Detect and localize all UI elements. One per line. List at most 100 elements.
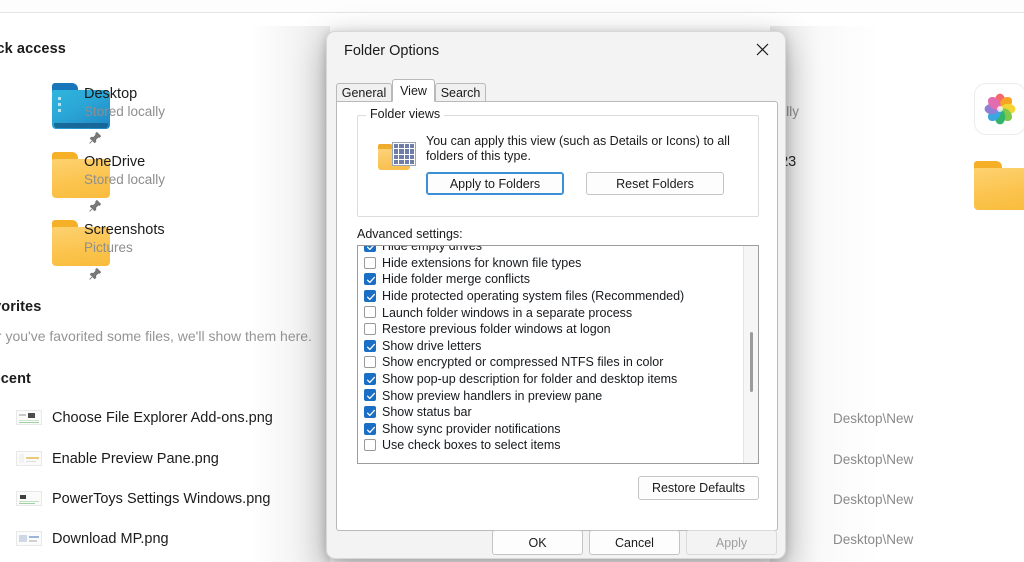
folder-view-icon bbox=[378, 140, 416, 171]
cancel-label: Cancel bbox=[615, 536, 654, 550]
dialog-tabs: General View Search bbox=[336, 79, 778, 102]
advanced-setting-row[interactable]: Show preview handlers in preview pane bbox=[358, 387, 743, 404]
quick-access-item-meta: Stored locally bbox=[84, 104, 165, 119]
photos-app-icon[interactable] bbox=[974, 83, 1024, 135]
recent-item-name: Download MP.png bbox=[52, 531, 169, 547]
apply-button[interactable]: Apply bbox=[686, 530, 777, 555]
file-thumbnail-icon bbox=[16, 410, 42, 425]
restore-defaults-label: Restore Defaults bbox=[652, 481, 745, 495]
checkbox-checked-icon[interactable] bbox=[364, 340, 376, 352]
ok-button[interactable]: OK bbox=[492, 530, 583, 555]
modal-shadow-left-side bbox=[250, 26, 330, 562]
advanced-setting-row[interactable]: Show status bar bbox=[358, 404, 743, 421]
advanced-setting-label: Show status bar bbox=[382, 405, 472, 419]
apply-to-folders-button[interactable]: Apply to Folders bbox=[426, 172, 564, 195]
tab-label: General bbox=[342, 86, 386, 100]
advanced-setting-label: Show drive letters bbox=[382, 339, 481, 353]
quick-access-item-name: OneDrive bbox=[84, 154, 145, 170]
recent-item-location: Desktop\New bbox=[833, 452, 913, 467]
checkbox-unchecked-icon[interactable] bbox=[364, 356, 376, 368]
recent-item-name: Enable Preview Pane.png bbox=[52, 451, 219, 467]
checkbox-checked-icon[interactable] bbox=[364, 423, 376, 435]
advanced-setting-label: Restore previous folder windows at logon bbox=[382, 322, 611, 336]
quick-access-item-name: Desktop bbox=[84, 86, 137, 102]
quick-access-item-meta: Stored locally bbox=[84, 172, 165, 187]
close-icon[interactable] bbox=[741, 34, 783, 64]
recent-item-location: Desktop\New bbox=[833, 532, 913, 547]
quick-access-heading: Quick access bbox=[0, 41, 66, 57]
advanced-setting-label: Hide extensions for known file types bbox=[382, 256, 581, 270]
advanced-setting-row[interactable]: Hide empty drives bbox=[358, 245, 743, 255]
recent-heading: Recent bbox=[0, 371, 31, 387]
checkbox-checked-icon[interactable] bbox=[364, 290, 376, 302]
checkbox-checked-icon[interactable] bbox=[364, 389, 376, 401]
advanced-setting-label: Show encrypted or compressed NTFS files … bbox=[382, 355, 663, 369]
advanced-setting-label: Show sync provider notifications bbox=[382, 422, 561, 436]
folder-views-description: You can apply this view (such as Details… bbox=[426, 134, 748, 164]
checkbox-unchecked-icon[interactable] bbox=[364, 439, 376, 451]
recent-item-location: Desktop\New bbox=[833, 411, 913, 426]
advanced-setting-row[interactable]: Hide protected operating system files (R… bbox=[358, 288, 743, 305]
advanced-setting-row[interactable]: Use check boxes to select items bbox=[358, 437, 743, 454]
tab-general[interactable]: General bbox=[336, 83, 392, 102]
tab-view[interactable]: View bbox=[392, 79, 435, 102]
checkbox-checked-icon[interactable] bbox=[364, 373, 376, 385]
advanced-setting-label: Launch folder windows in a separate proc… bbox=[382, 306, 632, 320]
tab-label: Search bbox=[441, 86, 481, 100]
advanced-settings-listbox[interactable]: Hide empty drives Hide extensions for kno… bbox=[357, 245, 759, 464]
advanced-setting-row[interactable]: Hide extensions for known file types bbox=[358, 255, 743, 272]
advanced-setting-row[interactable]: Show pop-up description for folder and d… bbox=[358, 371, 743, 388]
listbox-scrollbar[interactable] bbox=[743, 246, 758, 463]
file-thumbnail-icon bbox=[16, 451, 42, 466]
folder-options-dialog: Folder Options General View Search Folde… bbox=[326, 31, 786, 559]
pin-icon bbox=[88, 267, 102, 281]
scrollbar-thumb[interactable] bbox=[750, 332, 753, 392]
tab-label: View bbox=[400, 84, 427, 98]
advanced-setting-row[interactable]: Restore previous folder windows at logon bbox=[358, 321, 743, 338]
advanced-setting-row[interactable]: Hide folder merge conflicts bbox=[358, 271, 743, 288]
advanced-settings-list: Hide empty drives Hide extensions for kno… bbox=[358, 245, 743, 454]
tab-search[interactable]: Search bbox=[435, 83, 486, 102]
advanced-setting-label: Use check boxes to select items bbox=[382, 438, 561, 452]
advanced-setting-row[interactable]: Show sync provider notifications bbox=[358, 421, 743, 438]
advanced-setting-row[interactable]: Launch folder windows in a separate proc… bbox=[358, 304, 743, 321]
checkbox-checked-icon[interactable] bbox=[364, 245, 376, 252]
view-tab-panel: Folder views You can apply this view (su… bbox=[336, 101, 778, 531]
advanced-setting-label: Show pop-up description for folder and d… bbox=[382, 372, 677, 386]
pin-icon bbox=[88, 131, 102, 145]
folder-views-group: Folder views You can apply this view (su… bbox=[357, 115, 759, 217]
folder-icon[interactable] bbox=[974, 161, 1024, 211]
apply-to-folders-label: Apply to Folders bbox=[450, 177, 540, 191]
advanced-settings-label: Advanced settings: bbox=[357, 227, 463, 241]
checkbox-unchecked-icon[interactable] bbox=[364, 306, 376, 318]
checkbox-checked-icon[interactable] bbox=[364, 406, 376, 418]
reset-folders-label: Reset Folders bbox=[616, 177, 694, 191]
recent-item-name: PowerToys Settings Windows.png bbox=[52, 491, 270, 507]
advanced-setting-row[interactable]: Show encrypted or compressed NTFS files … bbox=[358, 354, 743, 371]
checkbox-checked-icon[interactable] bbox=[364, 273, 376, 285]
dialog-title: Folder Options bbox=[344, 43, 439, 59]
apply-label: Apply bbox=[716, 536, 747, 550]
quick-access-item-name: Screenshots bbox=[84, 222, 165, 238]
file-thumbnail-icon bbox=[16, 491, 42, 506]
advanced-setting-row[interactable]: Show drive letters bbox=[358, 338, 743, 355]
folder-views-legend: Folder views bbox=[366, 107, 444, 121]
cancel-button[interactable]: Cancel bbox=[589, 530, 680, 555]
recent-item-location: Desktop\New bbox=[833, 492, 913, 507]
favorites-heading: Favorites bbox=[0, 299, 41, 315]
restore-defaults-button[interactable]: Restore Defaults bbox=[638, 476, 759, 500]
file-thumbnail-icon bbox=[16, 531, 42, 546]
advanced-setting-label: Hide empty drives bbox=[382, 245, 482, 253]
recent-item-name: Choose File Explorer Add-ons.png bbox=[52, 410, 273, 426]
screen: Quick access Desktop Stored locally OneD… bbox=[0, 0, 1024, 562]
quick-access-item-meta: Pictures bbox=[84, 240, 133, 255]
advanced-setting-label: Hide folder merge conflicts bbox=[382, 272, 530, 286]
ok-label: OK bbox=[528, 536, 546, 550]
checkbox-unchecked-icon[interactable] bbox=[364, 257, 376, 269]
advanced-setting-label: Show preview handlers in preview pane bbox=[382, 389, 602, 403]
advanced-setting-label: Hide protected operating system files (R… bbox=[382, 289, 684, 303]
checkbox-unchecked-icon[interactable] bbox=[364, 323, 376, 335]
reset-folders-button[interactable]: Reset Folders bbox=[586, 172, 724, 195]
favorites-empty-text: After you've favorited some files, we'll… bbox=[0, 328, 312, 344]
pin-icon bbox=[88, 199, 102, 213]
